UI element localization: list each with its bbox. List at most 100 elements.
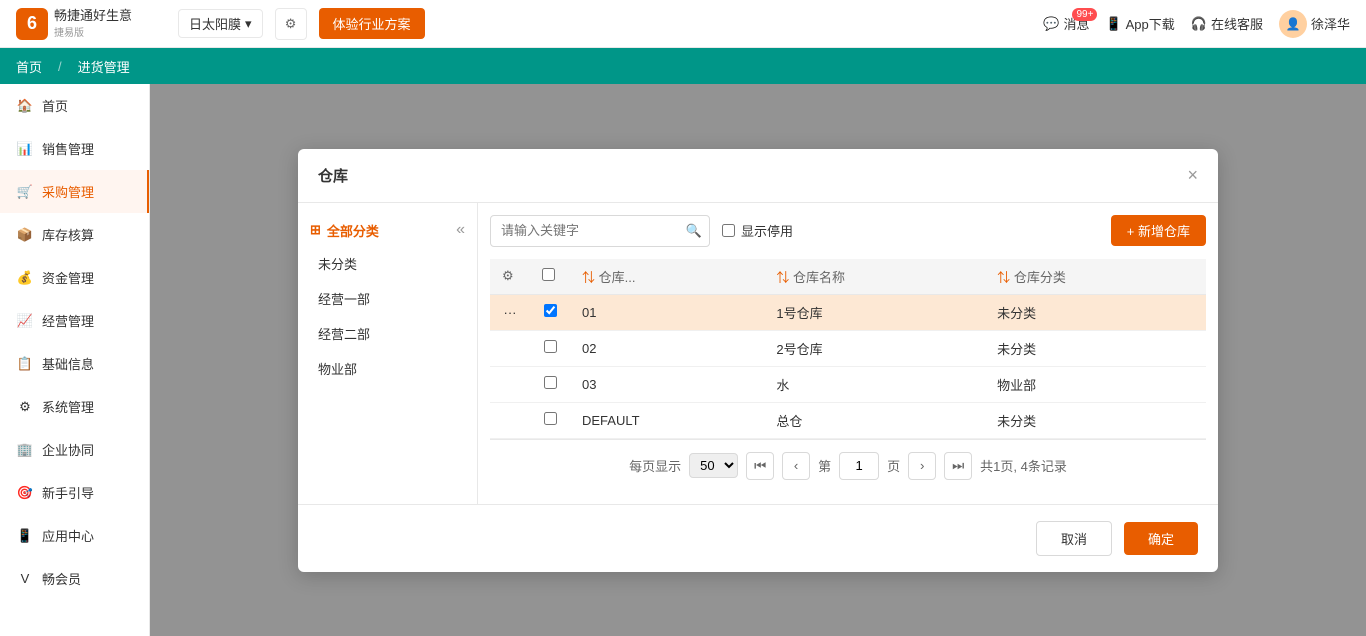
message-btn[interactable]: 💬 消息 99+ (1043, 14, 1089, 33)
settings-button[interactable]: ⚙ (275, 8, 307, 40)
row-checkbox[interactable] (544, 304, 557, 317)
last-page-btn[interactable]: ⏭ (944, 452, 972, 480)
sidebar-item-enterprise[interactable]: 🏢 企业协同 (0, 428, 149, 471)
sidebar-label-member: 畅会员 (42, 569, 81, 588)
sidebar-item-inventory[interactable]: 📦 库存核算 (0, 213, 149, 256)
show-disabled-checkbox[interactable]: 显示停用 (722, 221, 793, 240)
first-page-btn[interactable]: ⏮ (746, 452, 774, 480)
grid-icon: ⊞ (310, 222, 321, 238)
row-code: 02 (570, 330, 764, 366)
header-right: 💬 消息 99+ 📱 App下载 🎧 在线客服 👤 徐泽华 (1043, 10, 1350, 38)
sidebar-label-enterprise: 企业协同 (42, 440, 94, 459)
table-row[interactable]: ··· 01 1号仓库 未分类 (490, 294, 1206, 330)
th-gear: ⚙ (490, 259, 530, 295)
per-page-select[interactable]: 50 (689, 453, 738, 478)
sidebar-item-home[interactable]: 🏠 首页 (0, 84, 149, 127)
row-name: 水 (764, 366, 985, 402)
sidebar-label-finance: 资金管理 (42, 268, 94, 287)
row-name: 1号仓库 (764, 294, 985, 330)
content-area: 仓库 × ⊞ 全部分类 « (150, 84, 1366, 636)
sidebar-item-system[interactable]: ⚙ 系统管理 (0, 385, 149, 428)
sidebar-label-purchase: 采购管理 (42, 182, 94, 201)
category-item[interactable]: 物业部 (298, 351, 477, 386)
disabled-checkbox[interactable] (722, 224, 735, 237)
prev-page-btn[interactable]: ‹ (782, 452, 810, 480)
sidebar: 🏠 首页 📊 销售管理 🛒 采购管理 📦 库存核算 💰 资金管理 📈 经营管理 … (0, 84, 150, 636)
sidebar-item-purchase[interactable]: 🛒 采购管理 (0, 170, 149, 213)
warehouse-table: ⚙ ⇅ 仓库... ⇅ 仓库名称 (490, 259, 1206, 439)
message-icon: 💬 (1043, 16, 1059, 32)
sidebar-item-operation[interactable]: 📈 经营管理 (0, 299, 149, 342)
sidebar-icon-purchase: 🛒 (16, 183, 34, 201)
sidebar-item-guide[interactable]: 🎯 新手引导 (0, 471, 149, 514)
sort-icon-code: ⇅ (582, 270, 595, 285)
user-menu[interactable]: 👤 徐泽华 (1279, 10, 1350, 38)
category-panel: ⊞ 全部分类 « 未分类经营一部经营二部物业部 (298, 203, 478, 504)
sidebar-icon-operation: 📈 (16, 312, 34, 330)
row-actions (490, 366, 530, 402)
sidebar-item-member[interactable]: V 畅会员 (0, 557, 149, 600)
sidebar-icon-enterprise: 🏢 (16, 441, 34, 459)
logo-icon: 6 (16, 8, 48, 40)
row-category: 未分类 (985, 294, 1206, 330)
headset-icon: 🎧 (1191, 16, 1207, 32)
row-category: 未分类 (985, 402, 1206, 438)
table-row[interactable]: 03 水 物业部 (490, 366, 1206, 402)
table-row[interactable]: DEFAULT 总仓 未分类 (490, 402, 1206, 438)
row-name: 2号仓库 (764, 330, 985, 366)
sidebar-item-sales[interactable]: 📊 销售管理 (0, 127, 149, 170)
modal-close-button[interactable]: × (1187, 165, 1198, 186)
online-service-label: 在线客服 (1211, 14, 1263, 33)
category-item[interactable]: 经营一部 (298, 281, 477, 316)
sidebar-icon-member: V (16, 570, 34, 588)
username: 徐泽华 (1311, 14, 1350, 33)
store-selector[interactable]: 日太阳膜 ▾ (178, 9, 263, 38)
mobile-icon: 📱 (1105, 16, 1121, 32)
avatar: 👤 (1279, 10, 1307, 38)
sidebar-icon-guide: 🎯 (16, 484, 34, 502)
category-header: ⊞ 全部分类 « (298, 215, 477, 246)
sidebar-item-finance[interactable]: 💰 资金管理 (0, 256, 149, 299)
sidebar-icon-sales: 📊 (16, 140, 34, 158)
select-all-checkbox[interactable] (542, 268, 555, 281)
row-checkbox[interactable] (544, 376, 557, 389)
category-item[interactable]: 未分类 (298, 246, 477, 281)
logo-area: 6 畅捷通好生意 捷易版 (16, 8, 166, 40)
search-icon[interactable]: 🔍 (686, 223, 702, 239)
show-disabled-label: 显示停用 (741, 221, 793, 240)
category-item[interactable]: 经营二部 (298, 316, 477, 351)
row-actions (490, 330, 530, 366)
message-badge: 99+ (1072, 8, 1097, 21)
new-warehouse-button[interactable]: + 新增仓库 (1111, 215, 1206, 246)
app-name: 畅捷通好生意 (54, 8, 132, 24)
search-wrap: 🔍 (490, 215, 710, 247)
sidebar-label-inventory: 库存核算 (42, 225, 94, 244)
confirm-button[interactable]: 确定 (1124, 522, 1198, 555)
cancel-button[interactable]: 取消 (1036, 521, 1112, 556)
search-input[interactable] (490, 215, 710, 247)
avatar-icon: 👤 (1286, 17, 1301, 31)
modal-footer: 取消 确定 (298, 504, 1218, 572)
sidebar-label-apps: 应用中心 (42, 526, 94, 545)
all-category-btn[interactable]: ⊞ 全部分类 (310, 221, 379, 240)
top-header: 6 畅捷通好生意 捷易版 日太阳膜 ▾ ⚙ 体验行业方案 💬 消息 99+ 📱 … (0, 0, 1366, 48)
breadcrumb-current: 进货管理 (78, 57, 130, 76)
online-service-btn[interactable]: 🎧 在线客服 (1191, 14, 1263, 33)
sub-header: 首页 / 进货管理 (0, 48, 1366, 84)
breadcrumb-home[interactable]: 首页 (16, 57, 42, 76)
table-row[interactable]: 02 2号仓库 未分类 (490, 330, 1206, 366)
page-input[interactable] (839, 452, 879, 480)
app-download-btn[interactable]: 📱 App下载 (1105, 14, 1174, 33)
sidebar-label-guide: 新手引导 (42, 483, 94, 502)
sidebar-item-basic[interactable]: 📋 基础信息 (0, 342, 149, 385)
row-checkbox[interactable] (544, 340, 557, 353)
table-container: ⚙ ⇅ 仓库... ⇅ 仓库名称 (490, 259, 1206, 439)
collapse-btn[interactable]: « (456, 221, 465, 239)
row-checkbox[interactable] (544, 412, 557, 425)
sidebar-item-apps[interactable]: 📱 应用中心 (0, 514, 149, 557)
more-icon[interactable]: ··· (504, 305, 517, 320)
app-sub: 捷易版 (54, 24, 132, 39)
total-text: 共1页, 4条记录 (980, 456, 1067, 475)
trial-button[interactable]: 体验行业方案 (319, 8, 425, 39)
next-page-btn[interactable]: › (908, 452, 936, 480)
